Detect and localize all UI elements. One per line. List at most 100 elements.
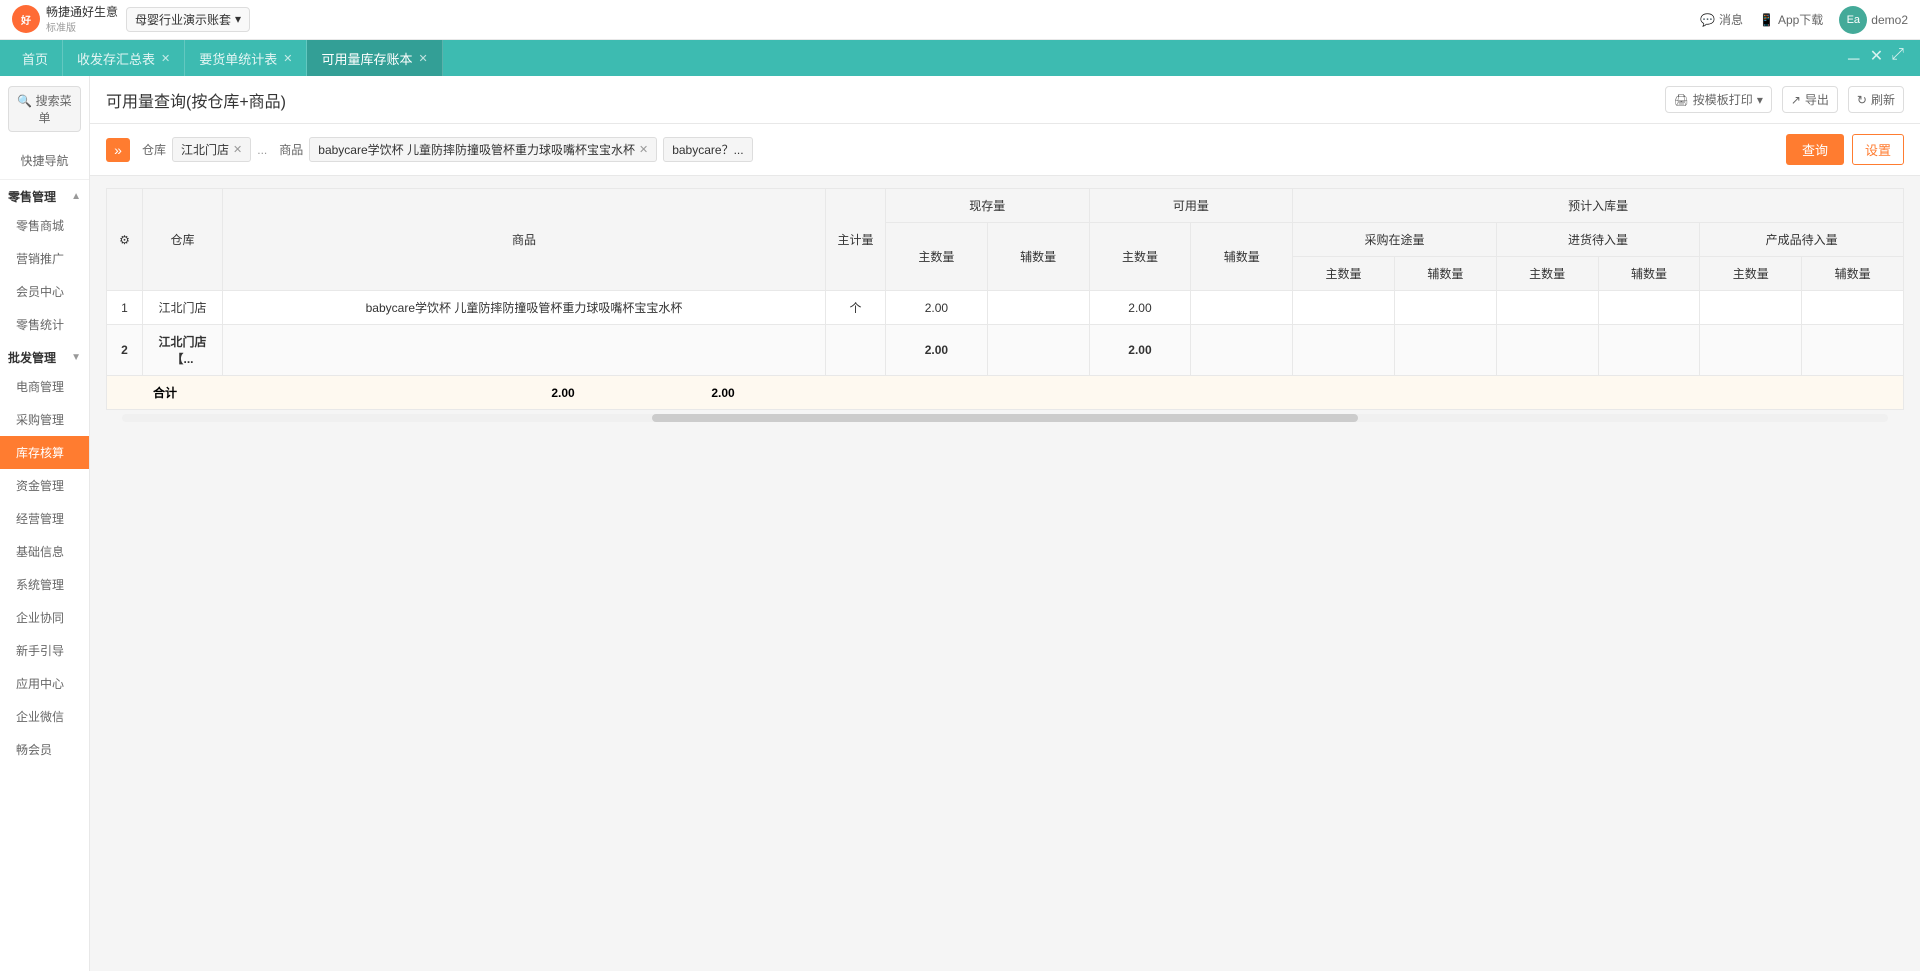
app-download-button[interactable]: 📱 App下载: [1759, 11, 1823, 28]
tab-order-stats-close[interactable]: ✕: [283, 52, 292, 65]
sidebar-item-app-center[interactable]: 应用中心: [0, 667, 89, 700]
sidebar-item-vip[interactable]: 畅会员: [0, 733, 89, 766]
scrollbar-thumb[interactable]: [652, 414, 1358, 422]
print-icon: 🖨: [1674, 93, 1689, 107]
chevron-down-icon: ▾: [235, 12, 241, 26]
th-goods-in-transit: 进货待入量: [1496, 223, 1700, 257]
th-goods-aux: 辅数量: [1598, 257, 1700, 291]
tab-available-stock[interactable]: 可用量库存账本 ✕: [307, 40, 442, 76]
tab-order-stats[interactable]: 要货单统计表 ✕: [185, 40, 307, 76]
cell-unit-2: [825, 325, 885, 376]
tab-available-stock-close[interactable]: ✕: [419, 52, 428, 65]
sidebar-item-collab[interactable]: 企业协同: [0, 601, 89, 634]
sidebar-item-quicknav[interactable]: 快捷导航: [0, 142, 89, 180]
filter-buttons: 查询 设置: [1786, 134, 1904, 165]
horizontal-scrollbar[interactable]: [122, 414, 1888, 422]
cell-goods-main-2: [1496, 325, 1598, 376]
warehouse-filter-label: 仓库: [142, 141, 166, 158]
print-button[interactable]: 🖨 按模板打印 ▾: [1665, 86, 1772, 113]
top-bar-right: 💬 消息 📱 App下载 Ea demo2: [1700, 6, 1908, 34]
tab-available-stock-label: 可用量库存账本: [321, 49, 412, 68]
th-purchase-aux: 辅数量: [1394, 257, 1496, 291]
refresh-button[interactable]: ↻ 刷新: [1848, 86, 1904, 113]
warehouse-tag[interactable]: 江北门店 ✕: [172, 137, 251, 162]
th-warehouse: 仓库: [143, 189, 223, 291]
th-unit: 主计量: [825, 189, 885, 291]
query-button[interactable]: 查询: [1786, 134, 1844, 165]
search-menu-button[interactable]: 🔍 搜索菜单: [8, 86, 81, 132]
user-menu[interactable]: Ea demo2: [1839, 6, 1908, 34]
content-area: 可用量查询(按仓库+商品) 🖨 按模板打印 ▾ ↗ 导出 ↻ 刷新: [90, 76, 1920, 971]
filter-area: » 仓库 江北门店 ✕ ... 商品 babycare学饮杯 儿童防摔防撞吸管杯…: [90, 124, 1920, 176]
tab-order-stats-label: 要货单统计表: [199, 49, 277, 68]
product-tag-1[interactable]: babycare学饮杯 儿童防摔防撞吸管杯重力球吸嘴杯宝宝水杯 ✕: [309, 137, 657, 162]
sidebar-item-marketing[interactable]: 营销推广: [0, 242, 89, 275]
th-stock-group: 现存量: [885, 189, 1089, 223]
product-tag-1-text: babycare学饮杯 儿童防摔防撞吸管杯重力球吸嘴杯宝宝水杯: [318, 141, 635, 158]
industry-label: 母婴行业演示账套: [135, 11, 231, 28]
sidebar-item-finance[interactable]: 资金管理: [0, 469, 89, 502]
table-footer: 合计 2.00 2.00: [106, 376, 1904, 410]
sidebar-item-stock[interactable]: 库存核算: [0, 436, 89, 469]
download-label: App下载: [1778, 11, 1823, 28]
sidebar-item-operations[interactable]: 经营管理: [0, 502, 89, 535]
minimize-button[interactable]: －: [1846, 46, 1862, 70]
sidebar-item-ecommerce[interactable]: 电商管理: [0, 370, 89, 403]
tab-receipts[interactable]: 收发存汇总表 ✕: [63, 40, 185, 76]
cell-prod-main-1: [1700, 291, 1802, 325]
cell-warehouse-1: 江北门店: [143, 291, 223, 325]
th-available-aux: 辅数量: [1191, 223, 1293, 291]
warehouse-tag-text: 江北门店: [181, 141, 229, 158]
footer-stock-main: 2.00: [523, 386, 603, 400]
th-available-main: 主数量: [1089, 223, 1191, 291]
export-button[interactable]: ↗ 导出: [1782, 86, 1838, 113]
cell-available-aux-2: [1191, 325, 1293, 376]
table-row: 2 江北门店【... 2.00 2.00: [107, 325, 1904, 376]
sidebar-section-wholesale[interactable]: 批发管理 ▼: [0, 341, 89, 370]
cell-stock-main-2: 2.00: [885, 325, 987, 376]
logo-text-block: 畅捷通好生意 标准版: [46, 5, 118, 34]
maximize-button[interactable]: ⤢: [1891, 46, 1904, 70]
warehouse-filter-group: 仓库 江北门店 ✕ ...: [142, 137, 267, 162]
tab-receipts-close[interactable]: ✕: [161, 52, 170, 65]
nav-tabs: 首页 收发存汇总表 ✕ 要货单统计表 ✕ 可用量库存账本 ✕ － ✕ ⤢: [0, 40, 1920, 76]
cell-goods-aux-2: [1598, 325, 1700, 376]
th-stock-main: 主数量: [885, 223, 987, 291]
industry-selector[interactable]: 母婴行业演示账套 ▾: [126, 7, 250, 32]
export-icon: ↗: [1791, 93, 1801, 107]
product-tag-2-text: babycare？...: [672, 141, 743, 158]
username-label: demo2: [1871, 13, 1908, 27]
sidebar-item-retail-stats[interactable]: 零售统计: [0, 308, 89, 341]
cell-warehouse-2: 江北门店【...: [143, 325, 223, 376]
cell-available-main-2: 2.00: [1089, 325, 1191, 376]
message-button[interactable]: 💬 消息: [1700, 11, 1743, 28]
sidebar-item-basic-info[interactable]: 基础信息: [0, 535, 89, 568]
footer-label: 合计: [143, 384, 223, 401]
cell-available-main-1: 2.00: [1089, 291, 1191, 325]
cell-purchase-main-1: [1293, 291, 1395, 325]
main-layout: 🔍 搜索菜单 快捷导航 零售管理 ▲ 零售商城 营销推广 会员中心 零售统计 批…: [0, 76, 1920, 971]
sidebar-section-retail[interactable]: 零售管理 ▲: [0, 180, 89, 209]
filter-expand-button[interactable]: »: [106, 138, 130, 162]
product-filter-group: 商品 babycare学饮杯 儿童防摔防撞吸管杯重力球吸嘴杯宝宝水杯 ✕ bab…: [279, 137, 752, 162]
th-settings: ⚙: [107, 189, 143, 291]
close-button[interactable]: ✕: [1870, 46, 1883, 70]
search-icon: 🔍: [17, 94, 32, 108]
sidebar-item-members[interactable]: 会员中心: [0, 275, 89, 308]
sidebar-item-guide[interactable]: 新手引导: [0, 634, 89, 667]
warehouse-tag-remove[interactable]: ✕: [233, 143, 242, 156]
sidebar-item-wechat[interactable]: 企业微信: [0, 700, 89, 733]
logo-sub: 标准版: [46, 19, 118, 34]
sidebar-item-system[interactable]: 系统管理: [0, 568, 89, 601]
th-production-pending: 产成品待入量: [1700, 223, 1904, 257]
product-tag-1-remove[interactable]: ✕: [639, 143, 648, 156]
top-bar-left: 好 畅捷通好生意 标准版 母婴行业演示账套 ▾: [12, 5, 250, 34]
window-buttons: － ✕ ⤢: [1846, 46, 1912, 70]
sidebar-item-purchase[interactable]: 采购管理: [0, 403, 89, 436]
tab-home[interactable]: 首页: [8, 40, 63, 76]
cell-purchase-aux-2: [1394, 325, 1496, 376]
warehouse-more-button[interactable]: ...: [257, 143, 267, 157]
product-tag-2[interactable]: babycare？...: [663, 137, 752, 162]
sidebar-item-retail-mall[interactable]: 零售商城: [0, 209, 89, 242]
setting-button[interactable]: 设置: [1852, 134, 1904, 165]
